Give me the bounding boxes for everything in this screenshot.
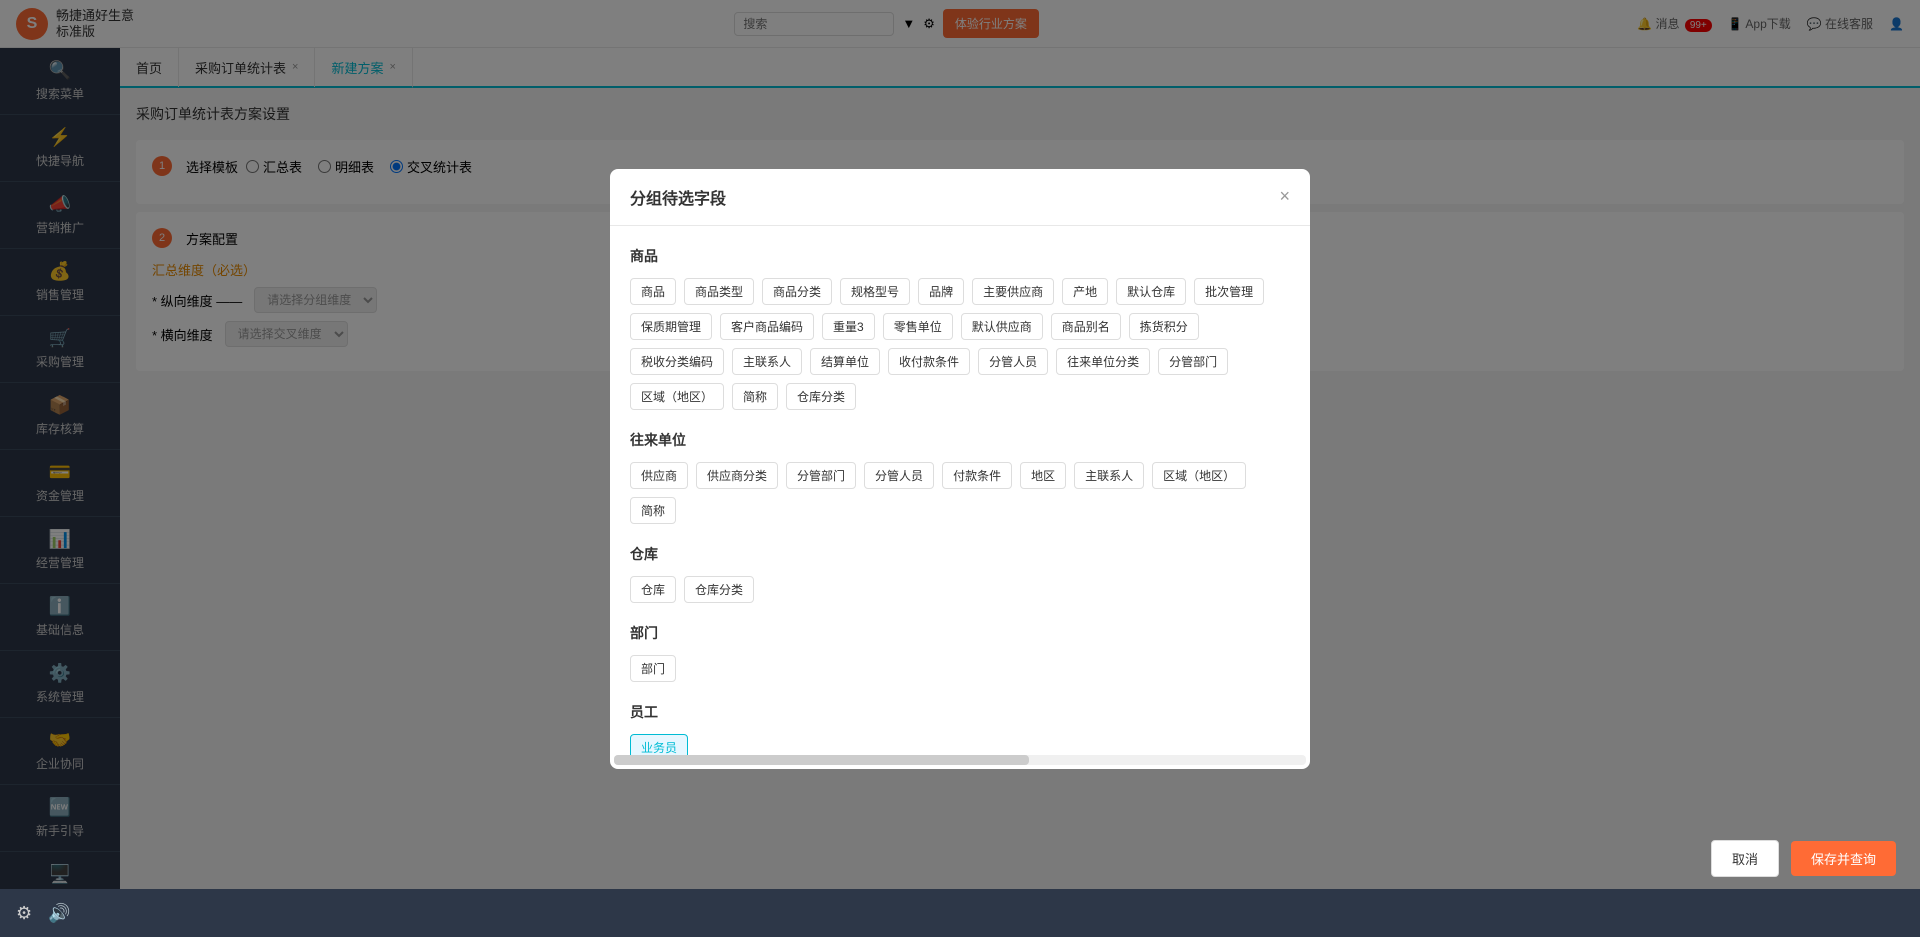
audio-icon[interactable]: 🔊 bbox=[48, 903, 70, 924]
section-warehouse-title: 仓库 bbox=[630, 544, 1290, 564]
field-area[interactable]: 地区 bbox=[1020, 462, 1066, 489]
field-warehouse-cat[interactable]: 仓库分类 bbox=[786, 383, 856, 410]
modal-body[interactable]: 商品 商品 商品类型 商品分类 规格型号 品牌 主要供应商 产地 默认仓库 批次… bbox=[610, 226, 1310, 755]
field-default-warehouse[interactable]: 默认仓库 bbox=[1116, 278, 1186, 305]
modal-title: 分组待选字段 bbox=[630, 185, 726, 209]
section-goods: 商品 商品 商品类型 商品分类 规格型号 品牌 主要供应商 产地 默认仓库 批次… bbox=[630, 246, 1290, 410]
field-main-contact[interactable]: 主联系人 bbox=[732, 348, 802, 375]
field-tax-code[interactable]: 税收分类编码 bbox=[630, 348, 724, 375]
field-department[interactable]: 部门 bbox=[630, 655, 676, 682]
section-employee: 员工 业务员 bbox=[630, 702, 1290, 755]
bottom-bar: ⚙ 🔊 bbox=[0, 889, 1920, 937]
section-partner-fields: 供应商 供应商分类 分管部门 分管人员 付款条件 地区 主联系人 区域（地区） … bbox=[630, 462, 1290, 524]
section-partner-title: 往来单位 bbox=[630, 430, 1290, 450]
field-warehouse-category[interactable]: 仓库分类 bbox=[684, 576, 754, 603]
field-main-supplier[interactable]: 主要供应商 bbox=[972, 278, 1054, 305]
field-supervisor[interactable]: 分管人员 bbox=[978, 348, 1048, 375]
section-dept: 部门 部门 bbox=[630, 623, 1290, 682]
field-batch-manage[interactable]: 批次管理 bbox=[1194, 278, 1264, 305]
field-warehouse[interactable]: 仓库 bbox=[630, 576, 676, 603]
section-dept-fields: 部门 bbox=[630, 655, 1290, 682]
field-payment-terms[interactable]: 收付款条件 bbox=[888, 348, 970, 375]
field-partner-dept[interactable]: 分管部门 bbox=[786, 462, 856, 489]
field-pick-points[interactable]: 拣货积分 bbox=[1129, 313, 1199, 340]
section-partner: 往来单位 供应商 供应商分类 分管部门 分管人员 付款条件 地区 主联系人 区域… bbox=[630, 430, 1290, 524]
modal-overlay: 分组待选字段 × 商品 商品 商品类型 商品分类 规格型号 品牌 主要供应商 产… bbox=[0, 0, 1920, 937]
field-partner-category[interactable]: 往来单位分类 bbox=[1056, 348, 1150, 375]
field-goods-category[interactable]: 商品分类 bbox=[762, 278, 832, 305]
section-employee-fields: 业务员 bbox=[630, 734, 1290, 755]
field-default-supplier[interactable]: 默认供应商 bbox=[961, 313, 1043, 340]
field-supplier[interactable]: 供应商 bbox=[630, 462, 688, 489]
field-region[interactable]: 区域（地区） bbox=[630, 383, 724, 410]
field-goods-alias[interactable]: 商品别名 bbox=[1051, 313, 1121, 340]
field-customer-code[interactable]: 客户商品编码 bbox=[720, 313, 814, 340]
modal-scroll-thumb bbox=[614, 755, 1029, 765]
field-partner-manager[interactable]: 分管人员 bbox=[864, 462, 934, 489]
section-goods-title: 商品 bbox=[630, 246, 1290, 266]
field-shelf-life[interactable]: 保质期管理 bbox=[630, 313, 712, 340]
field-supplier-cat[interactable]: 供应商分类 bbox=[696, 462, 778, 489]
section-goods-fields: 商品 商品类型 商品分类 规格型号 品牌 主要供应商 产地 默认仓库 批次管理 … bbox=[630, 278, 1290, 410]
field-main-contact2[interactable]: 主联系人 bbox=[1074, 462, 1144, 489]
field-short-name[interactable]: 简称 bbox=[732, 383, 778, 410]
modal-close-button[interactable]: × bbox=[1279, 186, 1290, 207]
field-short-name2[interactable]: 简称 bbox=[630, 497, 676, 524]
field-spec-model[interactable]: 规格型号 bbox=[840, 278, 910, 305]
field-brand[interactable]: 品牌 bbox=[918, 278, 964, 305]
field-payment-cond[interactable]: 付款条件 bbox=[942, 462, 1012, 489]
field-retail-unit[interactable]: 零售单位 bbox=[883, 313, 953, 340]
save-confirm-button[interactable]: 保存并查询 bbox=[1791, 841, 1896, 876]
field-goods[interactable]: 商品 bbox=[630, 278, 676, 305]
field-origin[interactable]: 产地 bbox=[1062, 278, 1108, 305]
settings-icon[interactable]: ⚙ bbox=[16, 903, 32, 924]
field-goods-type[interactable]: 商品类型 bbox=[684, 278, 754, 305]
section-warehouse: 仓库 仓库 仓库分类 bbox=[630, 544, 1290, 603]
section-employee-title: 员工 bbox=[630, 702, 1290, 722]
field-salesperson[interactable]: 业务员 bbox=[630, 734, 688, 755]
modal-dialog: 分组待选字段 × 商品 商品 商品类型 商品分类 规格型号 品牌 主要供应商 产… bbox=[610, 169, 1310, 769]
section-dept-title: 部门 bbox=[630, 623, 1290, 643]
cancel-button[interactable]: 取消 bbox=[1711, 840, 1779, 877]
field-dept[interactable]: 分管部门 bbox=[1158, 348, 1228, 375]
field-settlement-unit[interactable]: 结算单位 bbox=[810, 348, 880, 375]
modal-action-bar: 取消 保存并查询 bbox=[1687, 828, 1920, 889]
modal-horizontal-scrollbar[interactable] bbox=[614, 755, 1306, 765]
field-region2[interactable]: 区域（地区） bbox=[1152, 462, 1246, 489]
section-warehouse-fields: 仓库 仓库分类 bbox=[630, 576, 1290, 603]
modal-header: 分组待选字段 × bbox=[610, 169, 1310, 226]
field-weight[interactable]: 重量3 bbox=[822, 313, 875, 340]
